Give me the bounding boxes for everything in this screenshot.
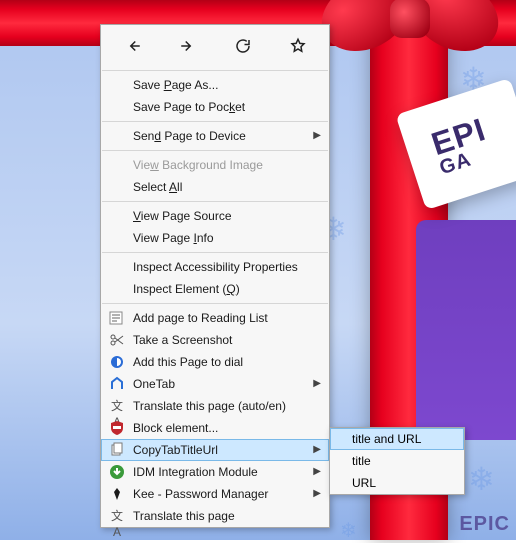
onetab-icon bbox=[109, 376, 125, 392]
menu-label: View Page Info bbox=[133, 227, 313, 249]
chevron-right-icon: ▶ bbox=[313, 461, 321, 483]
gift-bow bbox=[320, 0, 500, 90]
submenu-copytabtitleurl: title and URL title URL bbox=[329, 427, 465, 495]
menu-add-to-dial[interactable]: Add this Page to dial bbox=[101, 351, 329, 373]
menu-onetab[interactable]: OneTab ▶ bbox=[101, 373, 329, 395]
menu-label: Add this Page to dial bbox=[133, 351, 313, 373]
menu-take-screenshot[interactable]: Take a Screenshot bbox=[101, 329, 329, 351]
submenu-label: URL bbox=[352, 476, 376, 490]
nav-toolbar bbox=[101, 25, 329, 67]
speed-dial-icon bbox=[109, 354, 125, 370]
menu-label: CopyTabTitleUrl bbox=[133, 439, 313, 461]
menu-label: Inspect Element (Q) bbox=[133, 278, 313, 300]
menu-view-info[interactable]: View Page Info bbox=[101, 227, 329, 249]
menu-save-page-as[interactable]: Save Page As... bbox=[101, 74, 329, 96]
reload-icon bbox=[234, 37, 252, 55]
chevron-right-icon: ▶ bbox=[313, 439, 321, 461]
menu-label: Take a Screenshot bbox=[133, 329, 313, 351]
submenu-url[interactable]: URL bbox=[330, 472, 464, 494]
context-menu: Save Page As... Save Page to Pocket Send… bbox=[100, 24, 330, 528]
menu-add-reading-list[interactable]: Add page to Reading List bbox=[101, 307, 329, 329]
menu-separator bbox=[102, 303, 328, 304]
nav-forward-button[interactable] bbox=[166, 31, 210, 61]
menu-block-element[interactable]: Block element... bbox=[101, 417, 329, 439]
purple-panel bbox=[416, 220, 516, 440]
menu-label: View Background Image bbox=[133, 154, 313, 176]
epic-bottom-text: EPIC bbox=[459, 513, 510, 536]
translate-icon: 文A bbox=[109, 508, 125, 524]
menu-label: Block element... bbox=[133, 417, 313, 439]
menu-label: Save Page to Pocket bbox=[133, 96, 313, 118]
snowflake-icon: ❄ bbox=[340, 518, 357, 543]
menu-label: Kee - Password Manager bbox=[133, 483, 313, 505]
menu-idm[interactable]: IDM Integration Module ▶ bbox=[101, 461, 329, 483]
submenu-title-and-url[interactable]: title and URL bbox=[330, 428, 464, 450]
menu-send-to-device[interactable]: Send Page to Device ▶ bbox=[101, 125, 329, 147]
menu-inspect-accessibility[interactable]: Inspect Accessibility Properties bbox=[101, 256, 329, 278]
snowflake-icon: ❄ bbox=[468, 460, 495, 498]
idm-icon bbox=[109, 464, 125, 480]
menu-label: Send Page to Device bbox=[133, 125, 313, 147]
arrow-left-icon bbox=[124, 37, 142, 55]
star-icon bbox=[289, 37, 307, 55]
menu-separator bbox=[102, 201, 328, 202]
menu-label: OneTab bbox=[133, 373, 313, 395]
scissors-icon bbox=[109, 332, 125, 348]
nav-reload-button[interactable] bbox=[221, 31, 265, 61]
menu-translate-page[interactable]: 文A Translate this page bbox=[101, 505, 329, 527]
menu-label: IDM Integration Module bbox=[133, 461, 313, 483]
menu-view-bg-image: View Background Image bbox=[101, 154, 329, 176]
menu-separator bbox=[102, 70, 328, 71]
translate-icon: 文A bbox=[109, 398, 125, 414]
arrow-right-icon bbox=[179, 37, 197, 55]
menu-label: Add page to Reading List bbox=[133, 307, 313, 329]
menu-label: Save Page As... bbox=[133, 74, 313, 96]
submenu-label: title and URL bbox=[352, 432, 421, 446]
nav-back-button[interactable] bbox=[111, 31, 155, 61]
menu-kee[interactable]: Kee - Password Manager ▶ bbox=[101, 483, 329, 505]
chevron-right-icon: ▶ bbox=[313, 125, 321, 147]
menu-separator bbox=[102, 252, 328, 253]
reading-list-icon bbox=[109, 310, 125, 326]
shield-icon bbox=[109, 420, 125, 436]
submenu-label: title bbox=[352, 454, 371, 468]
menu-label: Inspect Accessibility Properties bbox=[133, 256, 313, 278]
menu-translate-auto[interactable]: 文A Translate this page (auto/en) bbox=[101, 395, 329, 417]
chevron-right-icon: ▶ bbox=[313, 483, 321, 505]
menu-inspect-element[interactable]: Inspect Element (Q) bbox=[101, 278, 329, 300]
menu-copytabtitleurl[interactable]: CopyTabTitleUrl ▶ bbox=[101, 439, 329, 461]
menu-separator bbox=[102, 150, 328, 151]
menu-label: Translate this page bbox=[133, 505, 313, 527]
chevron-right-icon: ▶ bbox=[313, 373, 321, 395]
nav-bookmark-button[interactable] bbox=[276, 31, 320, 61]
submenu-title[interactable]: title bbox=[330, 450, 464, 472]
menu-view-source[interactable]: View Page Source bbox=[101, 205, 329, 227]
menu-label: View Page Source bbox=[133, 205, 313, 227]
menu-save-to-pocket[interactable]: Save Page to Pocket bbox=[101, 96, 329, 118]
menu-separator bbox=[102, 121, 328, 122]
menu-select-all[interactable]: Select All bbox=[101, 176, 329, 198]
menu-label: Translate this page (auto/en) bbox=[133, 395, 313, 417]
menu-label: Select All bbox=[133, 176, 313, 198]
kee-icon bbox=[109, 486, 125, 502]
copy-icon bbox=[109, 442, 125, 458]
